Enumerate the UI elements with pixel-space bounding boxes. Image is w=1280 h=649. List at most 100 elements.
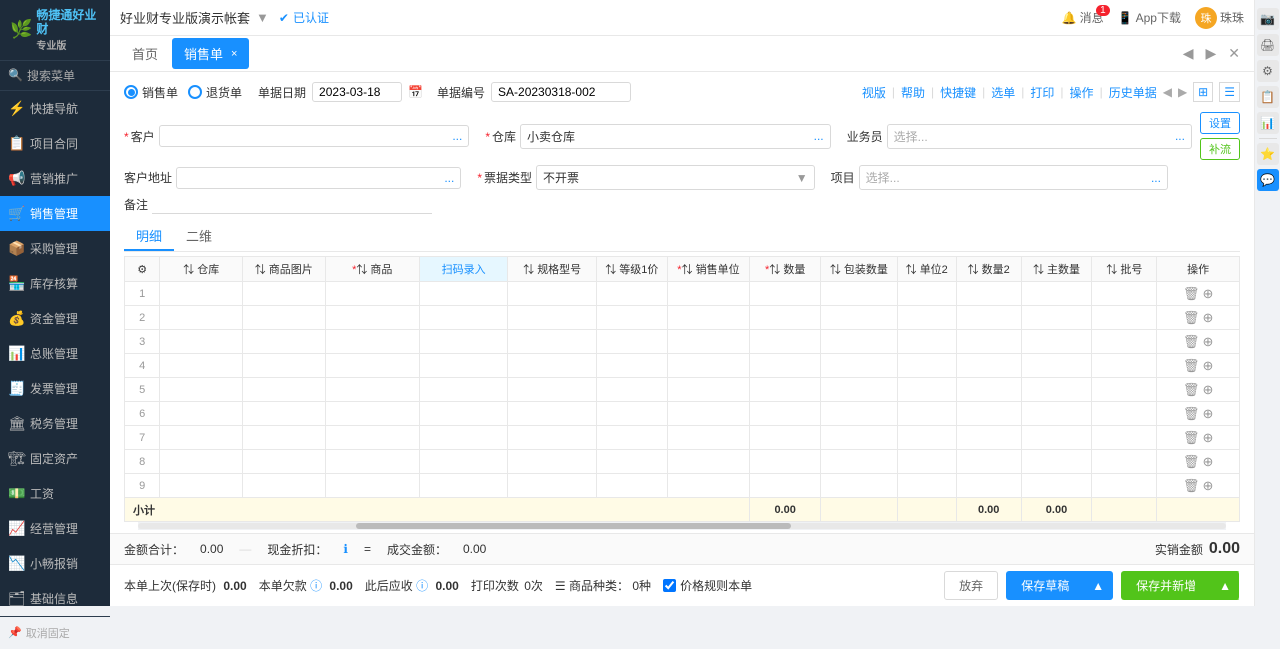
sidebar-bottom[interactable]: 📌 取消固定 — [0, 616, 110, 649]
tab-close-button[interactable]: × — [231, 48, 237, 60]
cell-7-10[interactable] — [956, 426, 1021, 450]
cell-9-1[interactable] — [242, 474, 325, 498]
tab-next-icon[interactable]: ▶ — [1201, 43, 1220, 64]
cell-8-4[interactable] — [508, 450, 596, 474]
search-menu[interactable]: 🔍 搜索菜单 — [0, 61, 110, 91]
cell-5-10[interactable] — [956, 378, 1021, 402]
cell-2-10[interactable] — [956, 306, 1021, 330]
cell-9-9[interactable] — [897, 474, 956, 498]
cell-3-7[interactable] — [750, 330, 821, 354]
cell-3-9[interactable] — [897, 330, 956, 354]
save-draft-dropdown[interactable]: ▲ — [1083, 571, 1113, 600]
tab-prev-icon[interactable]: ◀ — [1179, 43, 1198, 64]
rt-btn-5[interactable]: 📊 — [1257, 112, 1279, 134]
shortcut-btn[interactable]: 快捷键 — [940, 84, 976, 101]
cell-8-8[interactable] — [821, 450, 898, 474]
cell-7-9[interactable] — [897, 426, 956, 450]
copy-row-icon[interactable]: ⊕ — [1202, 430, 1213, 446]
cell-9-4[interactable] — [508, 474, 596, 498]
cell-7-4[interactable] — [508, 426, 596, 450]
cell-7-3[interactable] — [419, 426, 507, 450]
cell-6-11[interactable] — [1021, 402, 1092, 426]
sidebar-item-xiaoshou[interactable]: 🛒销售管理 — [0, 196, 110, 231]
staff-dots[interactable]: ... — [1175, 129, 1185, 143]
address-input[interactable]: ... — [176, 167, 461, 189]
cell-4-3[interactable] — [419, 354, 507, 378]
cell-9-12[interactable] — [1092, 474, 1157, 498]
cell-4-8[interactable] — [821, 354, 898, 378]
cell-4-7[interactable] — [750, 354, 821, 378]
cell-8-5[interactable] — [596, 450, 667, 474]
cell-9-6[interactable] — [667, 474, 750, 498]
warehouse-dots[interactable]: ... — [814, 129, 824, 143]
customer-input[interactable]: ... — [159, 125, 470, 147]
cell-1-0[interactable] — [160, 282, 243, 306]
copy-row-icon[interactable]: ⊕ — [1202, 478, 1213, 494]
cell-1-3[interactable] — [419, 282, 507, 306]
sidebar-item-baobiao[interactable]: 📉小畅报销 — [0, 546, 110, 581]
save-new-button[interactable]: 保存并新增 — [1121, 571, 1210, 600]
cell-5-0[interactable] — [160, 378, 243, 402]
tab-2d[interactable]: 二维 — [174, 222, 224, 251]
cell-5-3[interactable] — [419, 378, 507, 402]
cell-4-2[interactable] — [325, 354, 419, 378]
copy-row-icon[interactable]: ⊕ — [1202, 382, 1213, 398]
cell-1-1[interactable] — [242, 282, 325, 306]
history-prev-icon[interactable]: ◀ — [1163, 85, 1172, 99]
scrollbar-thumb[interactable] — [356, 523, 791, 529]
copy-row-icon[interactable]: ⊕ — [1202, 358, 1213, 374]
cell-2-4[interactable] — [508, 306, 596, 330]
cell-2-11[interactable] — [1021, 306, 1092, 330]
cell-1-9[interactable] — [897, 282, 956, 306]
warehouse-input[interactable]: 小卖仓库 ... — [520, 124, 831, 149]
discard-button[interactable]: 放弃 — [944, 571, 998, 600]
cell-8-1[interactable] — [242, 450, 325, 474]
cell-6-3[interactable] — [419, 402, 507, 426]
cell-3-2[interactable] — [325, 330, 419, 354]
cell-4-9[interactable] — [897, 354, 956, 378]
cell-7-2[interactable] — [325, 426, 419, 450]
delete-row-icon[interactable]: 🗑 — [1183, 286, 1200, 302]
tab-close-all-icon[interactable]: ✕ — [1224, 43, 1244, 64]
cell-8-10[interactable] — [956, 450, 1021, 474]
cell-1-12[interactable] — [1092, 282, 1157, 306]
delete-row-icon[interactable]: 🗑 — [1183, 406, 1200, 422]
rt-btn-4[interactable]: 📋 — [1257, 86, 1279, 108]
cell-1-7[interactable] — [750, 282, 821, 306]
sidebar-item-caigou[interactable]: 📦采购管理 — [0, 231, 110, 266]
copy-row-icon[interactable]: ⊕ — [1202, 454, 1213, 470]
cell-1-10[interactable] — [956, 282, 1021, 306]
cell-1-11[interactable] — [1021, 282, 1092, 306]
cell-2-5[interactable] — [596, 306, 667, 330]
cell-5-9[interactable] — [897, 378, 956, 402]
cell-7-11[interactable] — [1021, 426, 1092, 450]
invoice-select[interactable]: 不开票 ▼ — [536, 165, 815, 190]
company-selector[interactable]: 好业财专业版演示帐套 ▼ — [120, 8, 269, 27]
cell-8-3[interactable] — [419, 450, 507, 474]
tab-detail[interactable]: 明细 — [124, 222, 174, 251]
cell-2-6[interactable] — [667, 306, 750, 330]
cell-6-5[interactable] — [596, 402, 667, 426]
cell-4-0[interactable] — [160, 354, 243, 378]
cell-3-11[interactable] — [1021, 330, 1092, 354]
rt-btn-6[interactable]: ⭐ — [1257, 143, 1279, 165]
sidebar-item-yingxiao[interactable]: 📢营销推广 — [0, 161, 110, 196]
price-rule-checkbox[interactable] — [663, 579, 676, 592]
cell-4-1[interactable] — [242, 354, 325, 378]
message-button[interactable]: 🔔 1 消息 — [1062, 9, 1104, 26]
order-no-input[interactable] — [491, 82, 631, 102]
cell-2-12[interactable] — [1092, 306, 1157, 330]
cell-7-8[interactable] — [821, 426, 898, 450]
cell-1-2[interactable] — [325, 282, 419, 306]
cell-4-6[interactable] — [667, 354, 750, 378]
cell-2-1[interactable] — [242, 306, 325, 330]
rt-btn-1[interactable]: 📷 — [1257, 8, 1279, 30]
cell-1-4[interactable] — [508, 282, 596, 306]
sidebar-item-zhangwu[interactable]: 📊总账管理 — [0, 336, 110, 371]
cell-2-8[interactable] — [821, 306, 898, 330]
cell-3-0[interactable] — [160, 330, 243, 354]
cell-8-2[interactable] — [325, 450, 419, 474]
delete-row-icon[interactable]: 🗑 — [1183, 382, 1200, 398]
sidebar-item-jingying[interactable]: 📈经营管理 — [0, 511, 110, 546]
customer-dots[interactable]: ... — [452, 129, 462, 143]
